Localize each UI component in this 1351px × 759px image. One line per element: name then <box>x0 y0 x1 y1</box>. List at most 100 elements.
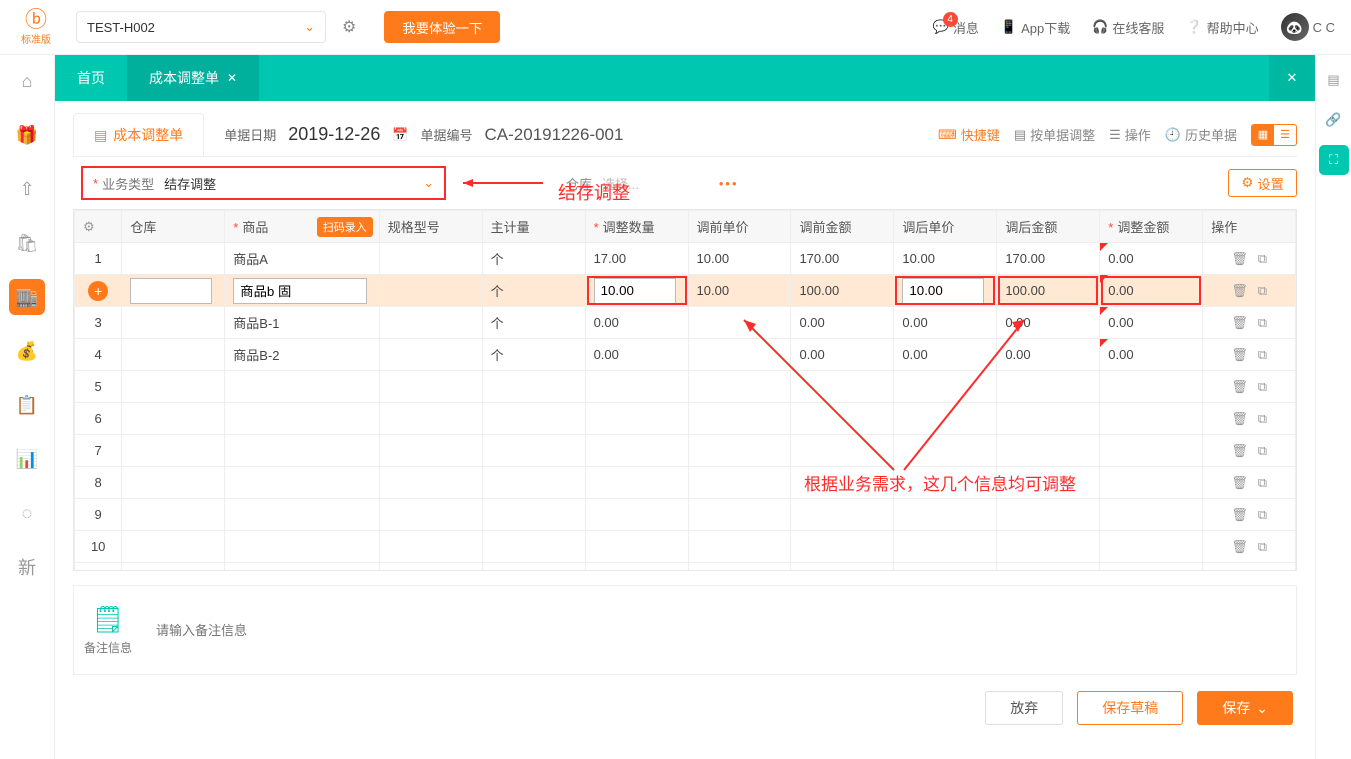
table-row[interactable]: 6🗑⧉ <box>75 403 1296 435</box>
th-post-amt[interactable]: 调后金额 <box>997 211 1100 243</box>
calendar-icon[interactable]: 📅 <box>392 127 408 143</box>
nav-bag-icon[interactable]: 🛍 <box>9 225 45 261</box>
qty-input[interactable] <box>594 278 676 304</box>
date-value[interactable]: 2019-12-26 <box>288 124 380 145</box>
table-row[interactable]: 9🗑⧉ <box>75 499 1296 531</box>
settings-button[interactable]: ⚙ 设置 <box>1228 169 1297 197</box>
th-pre-price[interactable]: 调前单价 <box>688 211 791 243</box>
table-row[interactable]: 1商品A个17.0010.00170.0010.00170.000.00🗑⧉ <box>75 243 1296 275</box>
table-row[interactable]: 5🗑⧉ <box>75 371 1296 403</box>
app-download-link[interactable]: 📱 App下载 <box>1001 18 1070 37</box>
th-unit[interactable]: 主计量 <box>482 211 585 243</box>
table-row[interactable]: 11🗑⧉ <box>75 563 1296 572</box>
warehouse-input[interactable] <box>130 278 212 304</box>
delete-row-icon[interactable]: 🗑 <box>1231 315 1248 331</box>
gear-icon[interactable]: ⚙ <box>342 17 356 37</box>
headset-icon: 🎧 <box>1092 19 1108 35</box>
company-select[interactable]: TEST-H002 ⌄ <box>76 11 326 43</box>
business-type-select[interactable]: * 业务类型 结存调整 ⌄ <box>81 166 446 200</box>
table-row[interactable]: 8🗑⧉ <box>75 467 1296 499</box>
customer-service-link[interactable]: 🎧 在线客服 <box>1092 18 1164 37</box>
copy-row-icon[interactable]: ⧉ <box>1258 539 1267 555</box>
copy-row-icon[interactable]: ⧉ <box>1258 507 1267 523</box>
doc-tab[interactable]: ▤ 成本调整单 <box>73 113 204 156</box>
delete-row-icon[interactable]: 🗑 <box>1231 539 1248 555</box>
right-link-icon[interactable]: 🔗 <box>1319 105 1349 135</box>
save-draft-button[interactable]: 保存草稿 <box>1077 691 1183 725</box>
close-icon[interactable]: ✕ <box>227 71 237 85</box>
view-list-icon[interactable]: ☰ <box>1274 125 1296 145</box>
table-row[interactable]: +个10.00100.00100.000.00🗑⧉ <box>75 275 1296 307</box>
delete-row-icon[interactable]: 🗑 <box>1231 283 1248 299</box>
copy-row-icon[interactable]: ⧉ <box>1258 347 1267 363</box>
nav-report-icon[interactable]: 📊 <box>9 441 45 477</box>
nav-gift-icon[interactable]: 🎁 <box>9 117 45 153</box>
nav-warehouse-icon[interactable]: 🏬 <box>9 279 45 315</box>
scan-input-badge[interactable]: 扫码录入 <box>317 217 373 237</box>
view-toggle[interactable]: ▦ ☰ <box>1251 124 1297 146</box>
copy-row-icon[interactable]: ⧉ <box>1258 411 1267 427</box>
tab-cost-adjust[interactable]: 成本调整单 ✕ <box>127 55 259 101</box>
delete-row-icon[interactable]: 🗑 <box>1231 411 1248 427</box>
nav-clipboard-icon[interactable]: 📋 <box>9 387 45 423</box>
copy-row-icon[interactable]: ⧉ <box>1258 443 1267 459</box>
th-warehouse[interactable]: 仓库 <box>122 211 225 243</box>
table-row[interactable]: 7🗑⧉ <box>75 435 1296 467</box>
table-row[interactable]: 4商品B-2个0.000.000.000.000.00🗑⧉ <box>75 339 1296 371</box>
add-row-icon[interactable]: + <box>88 281 108 301</box>
help-center-link[interactable]: ❔ 帮助中心 <box>1186 18 1258 37</box>
remark-label: 备注信息 <box>84 639 132 656</box>
th-product[interactable]: *商品扫码录入 <box>225 211 379 243</box>
copy-row-icon[interactable]: ⧉ <box>1258 571 1267 572</box>
user-menu[interactable]: 🐼 C C <box>1281 13 1335 41</box>
delete-row-icon[interactable]: 🗑 <box>1231 347 1248 363</box>
copy-row-icon[interactable]: ⧉ <box>1258 251 1267 267</box>
nav-money-icon[interactable]: 💰 <box>9 333 45 369</box>
chevron-down-icon: ⌄ <box>423 175 434 191</box>
delete-row-icon[interactable]: 🗑 <box>1231 571 1248 572</box>
right-notes-icon[interactable]: ▤ <box>1319 65 1349 95</box>
nav-refresh-icon[interactable]: ◌ <box>9 495 45 531</box>
more-dots-icon[interactable]: ••• <box>719 176 739 191</box>
delete-row-icon[interactable]: 🗑 <box>1231 379 1248 395</box>
th-spec[interactable]: 规格型号 <box>379 211 482 243</box>
copy-row-icon[interactable]: ⧉ <box>1258 379 1267 395</box>
tab-home[interactable]: 首页 <box>55 55 127 101</box>
delete-row-icon[interactable]: 🗑 <box>1231 443 1248 459</box>
gear-icon: ⚙ <box>1241 175 1253 191</box>
table-row[interactable]: 3商品B-1个0.000.000.000.000.00🗑⧉ <box>75 307 1296 339</box>
annotation-text-1: 结存调整 <box>558 179 630 205</box>
shortcut-link[interactable]: ⌨快捷键 <box>938 125 1000 144</box>
th-pre-amt[interactable]: 调前金额 <box>791 211 894 243</box>
messages-link[interactable]: 💬 4 消息 <box>933 18 979 37</box>
nav-home-icon[interactable]: ⌂ <box>9 63 45 99</box>
remark-input[interactable] <box>156 623 1286 638</box>
table-row[interactable]: 10🗑⧉ <box>75 531 1296 563</box>
delete-row-icon[interactable]: 🗑 <box>1231 251 1248 267</box>
post-price-input[interactable] <box>902 278 984 304</box>
th-idx[interactable]: ⚙ <box>75 211 122 243</box>
promo-button[interactable]: 我要体验一下 <box>384 11 500 43</box>
view-card-icon[interactable]: ▦ <box>1252 125 1274 145</box>
nav-new-icon[interactable]: 新 <box>9 549 45 585</box>
discard-button[interactable]: 放弃 <box>985 691 1063 725</box>
th-adj-amt[interactable]: *调整金额 <box>1100 211 1203 243</box>
per-doc-adjust-link[interactable]: ▤按单据调整 <box>1014 125 1095 144</box>
topbar: ⓑ 标准版 TEST-H002 ⌄ ⚙ 我要体验一下 💬 4 消息 📱 App下… <box>0 0 1351 55</box>
nav-house-up-icon[interactable]: ⇧ <box>9 171 45 207</box>
delete-row-icon[interactable]: 🗑 <box>1231 475 1248 491</box>
th-post-price[interactable]: 调后单价 <box>894 211 997 243</box>
right-expand-icon[interactable]: ⛶ <box>1319 145 1349 175</box>
save-button[interactable]: 保存⌄ <box>1197 691 1293 725</box>
chevron-down-icon: ⌄ <box>304 19 315 35</box>
copy-row-icon[interactable]: ⧉ <box>1258 283 1267 299</box>
close-all-tabs[interactable]: ✕ <box>1269 55 1315 101</box>
history-link[interactable]: 🕘历史单据 <box>1165 125 1237 144</box>
copy-row-icon[interactable]: ⧉ <box>1258 475 1267 491</box>
product-input[interactable] <box>233 278 366 304</box>
operate-link[interactable]: ☰操作 <box>1109 125 1151 144</box>
footer-actions: 放弃 保存草稿 保存⌄ <box>73 675 1297 741</box>
copy-row-icon[interactable]: ⧉ <box>1258 315 1267 331</box>
delete-row-icon[interactable]: 🗑 <box>1231 507 1248 523</box>
th-qty[interactable]: *调整数量 <box>585 211 688 243</box>
